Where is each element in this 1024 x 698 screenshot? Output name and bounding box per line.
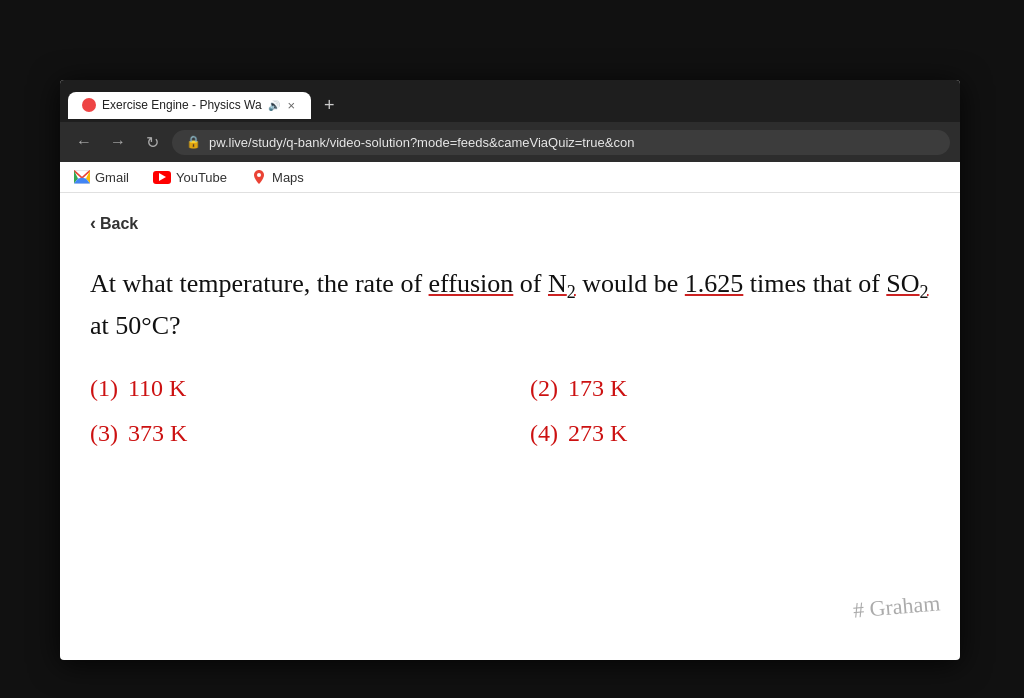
bookmark-maps[interactable]: Maps [247, 167, 308, 187]
url-bar[interactable]: 🔒 pw.live/study/q-bank/video-solution?mo… [172, 130, 950, 155]
option-2-val: 173 K [568, 375, 627, 402]
page-content: ‹ Back At what temperature, the rate of … [60, 193, 960, 477]
effusion-word: effusion [429, 269, 514, 298]
new-tab-button[interactable]: + [315, 91, 343, 119]
bookmark-youtube[interactable]: YouTube [149, 168, 231, 187]
rate-value: 1.625 [685, 269, 744, 298]
audio-icon: 🔊 [268, 100, 280, 111]
nav-bar: ← → ↻ 🔒 pw.live/study/q-bank/video-solut… [60, 122, 960, 162]
tab-title: Exercise Engine - Physics Wa [102, 98, 262, 112]
youtube-label: YouTube [176, 170, 227, 185]
option-3-num: (3) [90, 420, 118, 447]
tab-favicon [82, 98, 96, 112]
forward-button[interactable]: → [104, 128, 132, 156]
gmail-label: Gmail [95, 170, 129, 185]
back-button[interactable]: ← [70, 128, 98, 156]
option-4-num: (4) [530, 420, 558, 447]
question-text: At what temperature, the rate of effusio… [90, 264, 930, 345]
svg-point-4 [257, 173, 261, 177]
refresh-button[interactable]: ↻ [138, 128, 166, 156]
option-2: (2) 173 K [530, 375, 930, 402]
back-label: Back [100, 215, 138, 233]
option-4-val: 273 K [568, 420, 627, 447]
tab-bar: Exercise Engine - Physics Wa 🔊 × + [60, 80, 960, 122]
bookmarks-bar: Gmail YouTube Maps [60, 162, 960, 193]
back-link[interactable]: ‹ Back [90, 213, 930, 234]
youtube-play-icon [159, 173, 166, 181]
back-chevron-icon: ‹ [90, 213, 96, 234]
option-1-val: 110 K [128, 375, 186, 402]
option-2-num: (2) [530, 375, 558, 402]
lock-icon: 🔒 [186, 135, 201, 149]
option-1: (1) 110 K [90, 375, 490, 402]
active-tab[interactable]: Exercise Engine - Physics Wa 🔊 × [68, 92, 311, 119]
option-1-num: (1) [90, 375, 118, 402]
browser-window: Exercise Engine - Physics Wa 🔊 × + ← → ↻… [60, 80, 960, 660]
so2-formula: SO2 [886, 269, 928, 298]
n2-formula: N2 [548, 269, 576, 298]
maps-icon [251, 169, 267, 185]
option-3-val: 373 K [128, 420, 187, 447]
gmail-icon [74, 169, 90, 185]
tab-close-button[interactable]: × [286, 98, 298, 113]
options-grid: (1) 110 K (2) 173 K (3) 373 K (4) 273 K [90, 375, 930, 447]
bookmark-gmail[interactable]: Gmail [70, 167, 133, 187]
option-4: (4) 273 K [530, 420, 930, 447]
youtube-icon [153, 171, 171, 184]
maps-label: Maps [272, 170, 304, 185]
url-text: pw.live/study/q-bank/video-solution?mode… [209, 135, 936, 150]
option-3: (3) 373 K [90, 420, 490, 447]
